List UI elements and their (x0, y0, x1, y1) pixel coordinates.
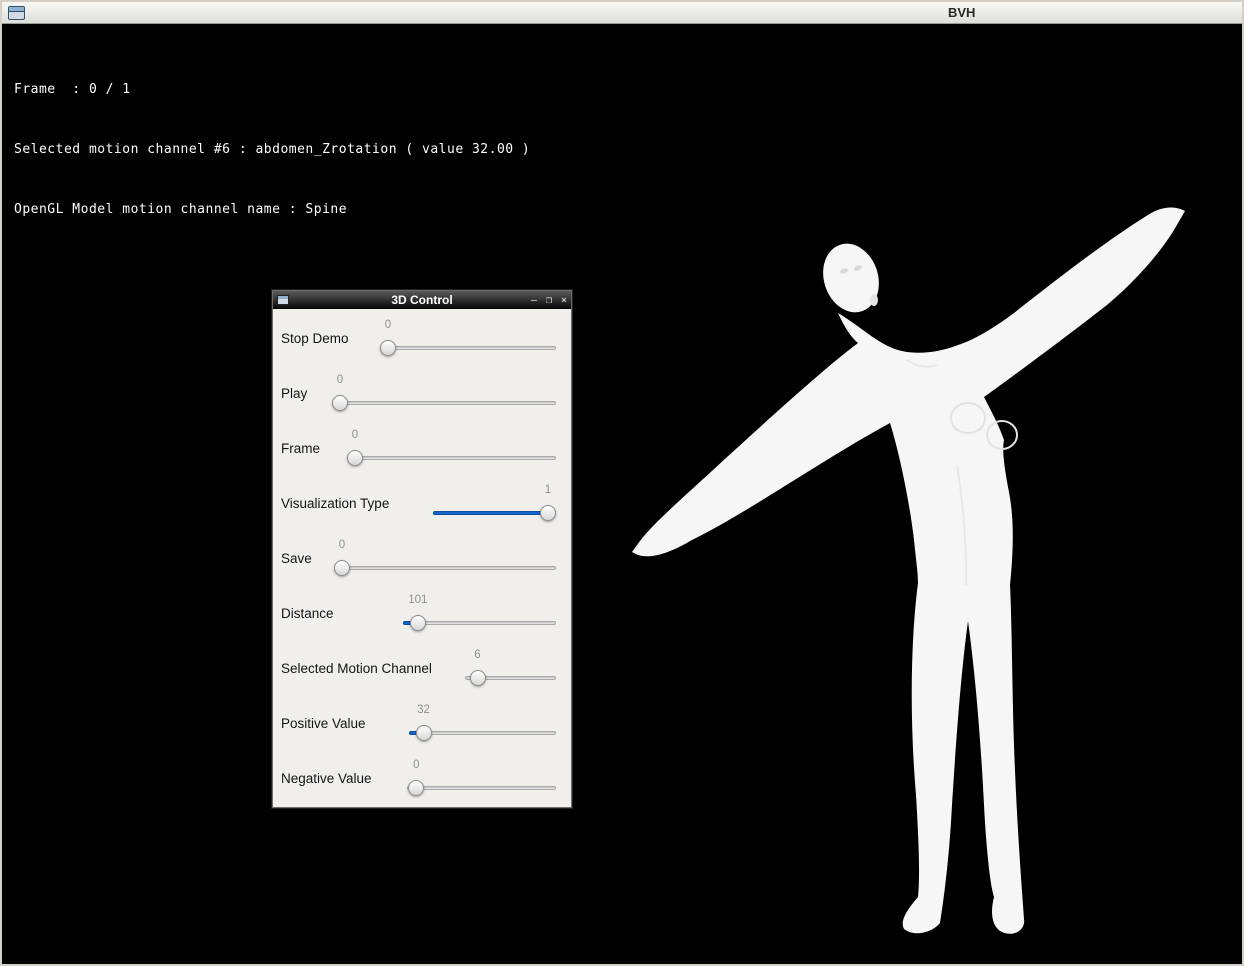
app-window-icon (8, 6, 25, 20)
slider-track[interactable] (380, 346, 556, 350)
slider-track[interactable] (332, 401, 556, 405)
slider-value: 32 (417, 704, 430, 716)
slider-label: Play (281, 386, 308, 401)
slider-value: 0 (336, 374, 344, 386)
slider-value: 1 (544, 484, 552, 496)
slider-row-selected-motion-channel: Selected Motion Channel 6 (273, 645, 571, 700)
slider-row-save: Save 0 (273, 535, 571, 590)
close-button[interactable]: × (561, 295, 567, 306)
slider-label: Visualization Type (281, 496, 390, 511)
slider-handle[interactable] (415, 725, 432, 741)
slider-value: 101 (408, 594, 428, 606)
slider-fill (433, 511, 548, 515)
slider-handle[interactable] (347, 450, 363, 466)
opengl-canvas[interactable]: Frame : 0 / 1 Selected motion channel #6… (2, 25, 1242, 964)
overlay-line-model: OpenGL Model motion channel name : Spine (14, 202, 348, 217)
slider-track[interactable] (407, 786, 556, 790)
slider-handle[interactable] (408, 780, 425, 796)
slider-track[interactable] (334, 566, 556, 570)
bvh-app-window: BVH Frame : 0 / 1 Selected motion channe… (0, 0, 1244, 966)
slider-handle[interactable] (469, 670, 486, 686)
slider-row-play: Play 0 (273, 370, 571, 425)
slider-handle[interactable] (334, 560, 350, 576)
slider-value: 0 (384, 319, 392, 331)
slider-track[interactable] (403, 621, 556, 625)
slider-row-negative-value: Negative Value 0 (273, 755, 571, 810)
overlay-line-channel: Selected motion channel #6 : abdomen_Zro… (14, 142, 531, 157)
slider-row-stop-demo: Stop Demo 0 (273, 315, 571, 370)
slider-value: 0 (413, 759, 420, 771)
slider-row-positive-value: Positive Value 32 (273, 700, 571, 755)
slider-row-distance: Distance 101 (273, 590, 571, 645)
control-titlebar[interactable]: 3D Control – ❒ × (273, 291, 571, 309)
maximize-button[interactable]: ❒ (546, 295, 552, 306)
status-overlay: Frame : 0 / 1 Selected motion channel #6… (14, 40, 530, 260)
slider-label: Stop Demo (281, 331, 349, 346)
slider-handle[interactable] (380, 340, 396, 356)
slider-label: Selected Motion Channel (281, 661, 432, 676)
slider-row-visualization-type: Visualization Type 1 (273, 480, 571, 535)
slider-label: Frame (281, 441, 321, 456)
slider-row-frame: Frame 0 (273, 425, 571, 480)
control-window-body: Stop Demo 0 Play 0 Frame 0 Visualization… (273, 309, 571, 807)
control-window-title: 3D Control (391, 293, 453, 307)
slider-label: Save (281, 551, 312, 566)
slider-label: Negative Value (281, 771, 372, 786)
slider-value: 6 (474, 649, 481, 661)
main-titlebar[interactable]: BVH (2, 2, 1242, 24)
minimize-button[interactable]: – (531, 295, 537, 306)
slider-value: 0 (351, 429, 359, 441)
slider-track[interactable] (347, 456, 556, 460)
3d-control-window: 3D Control – ❒ × Stop Demo 0 Play 0 Fram… (272, 290, 572, 808)
slider-label: Distance (281, 606, 334, 621)
slider-label: Positive Value (281, 716, 366, 731)
3d-model-figure (602, 155, 1222, 964)
slider-handle[interactable] (540, 505, 556, 521)
slider-handle[interactable] (332, 395, 348, 411)
main-window-title: BVH (948, 5, 976, 20)
overlay-line-frame: Frame : 0 / 1 (14, 82, 131, 97)
slider-value: 0 (338, 539, 346, 551)
slider-handle[interactable] (409, 615, 426, 631)
